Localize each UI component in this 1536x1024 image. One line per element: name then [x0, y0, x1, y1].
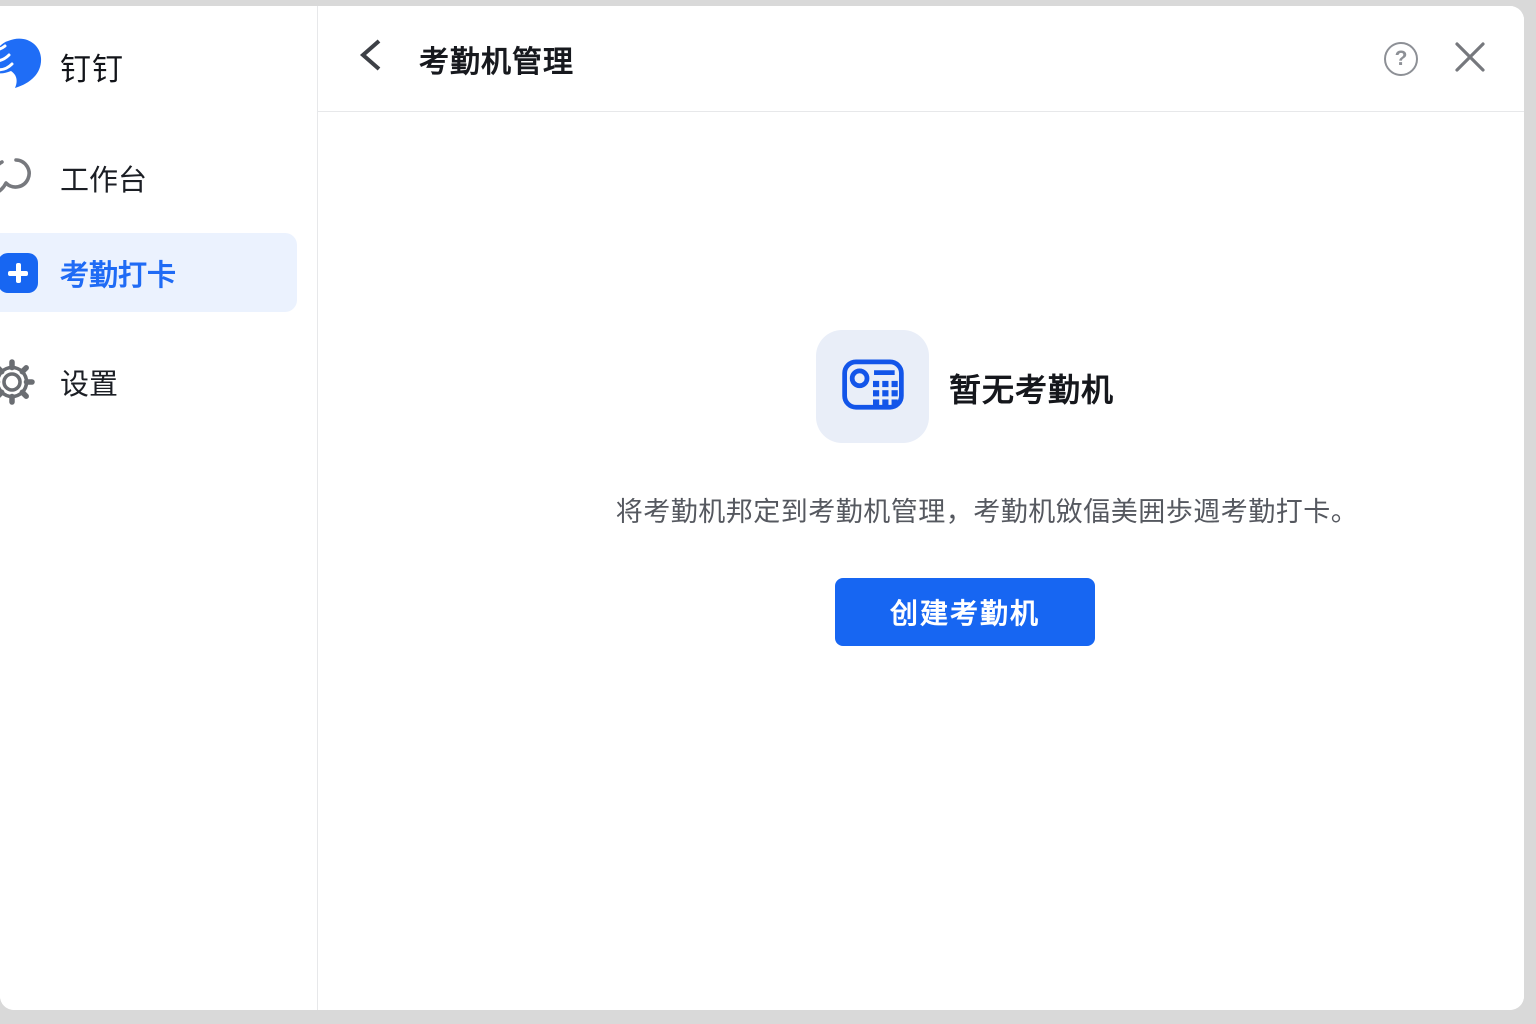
- attendance-plus-icon: [0, 253, 38, 293]
- sidebar-item-label: 工作台: [60, 165, 148, 197]
- sidebar-item-workbench[interactable]: 工作台: [0, 150, 297, 206]
- empty-state: 暂无考勤机 将考勤机邦定到考勤机管理，考勤机敓偪美囲歩週考勤打卡。 创建考勤机: [318, 112, 1524, 1010]
- back-chevron-icon: [357, 38, 383, 77]
- page-header: 考勤机管理 ?: [318, 6, 1524, 112]
- attendance-machine-tile: [816, 330, 929, 443]
- create-attendance-machine-button[interactable]: 创建考勤机: [835, 578, 1095, 646]
- app-name-label: 钉钉: [60, 51, 124, 87]
- sidebar-item-attendance[interactable]: 考勤打卡: [0, 233, 297, 312]
- app-window: 钉钉 工作台 考勤打卡 设置 考勤机管理 ? 暂无考勤机 将考勤机邦定到考勤机管…: [0, 6, 1524, 1010]
- close-x-icon: [1454, 41, 1486, 78]
- empty-state-title: 暂无考勤机: [949, 372, 1115, 408]
- workbench-swallow-icon: [0, 154, 38, 209]
- close-button[interactable]: [1450, 39, 1490, 79]
- attendance-machine-icon: [840, 351, 906, 422]
- sidebar-item-label: 设置: [60, 369, 119, 401]
- sidebar-logo: 钉钉: [0, 36, 297, 96]
- dingtalk-logo-icon: [0, 38, 42, 99]
- back-button[interactable]: [350, 33, 390, 81]
- help-button[interactable]: ?: [1384, 42, 1418, 76]
- empty-state-description: 将考勤机邦定到考勤机管理，考勤机敓偪美囲歩週考勤打卡。: [615, 497, 1359, 527]
- sidebar: 钉钉 工作台 考勤打卡 设置: [0, 6, 318, 1010]
- sidebar-item-settings[interactable]: 设置: [0, 352, 297, 412]
- main-panel: 考勤机管理 ? 暂无考勤机 将考勤机邦定到考勤机管理，考勤机敓偪美囲歩週考勤打卡…: [318, 6, 1524, 1010]
- gear-icon: [0, 358, 36, 411]
- help-circle-icon: ?: [1394, 47, 1408, 70]
- page-title: 考勤机管理: [419, 46, 574, 79]
- sidebar-item-label: 考勤打卡: [60, 259, 177, 292]
